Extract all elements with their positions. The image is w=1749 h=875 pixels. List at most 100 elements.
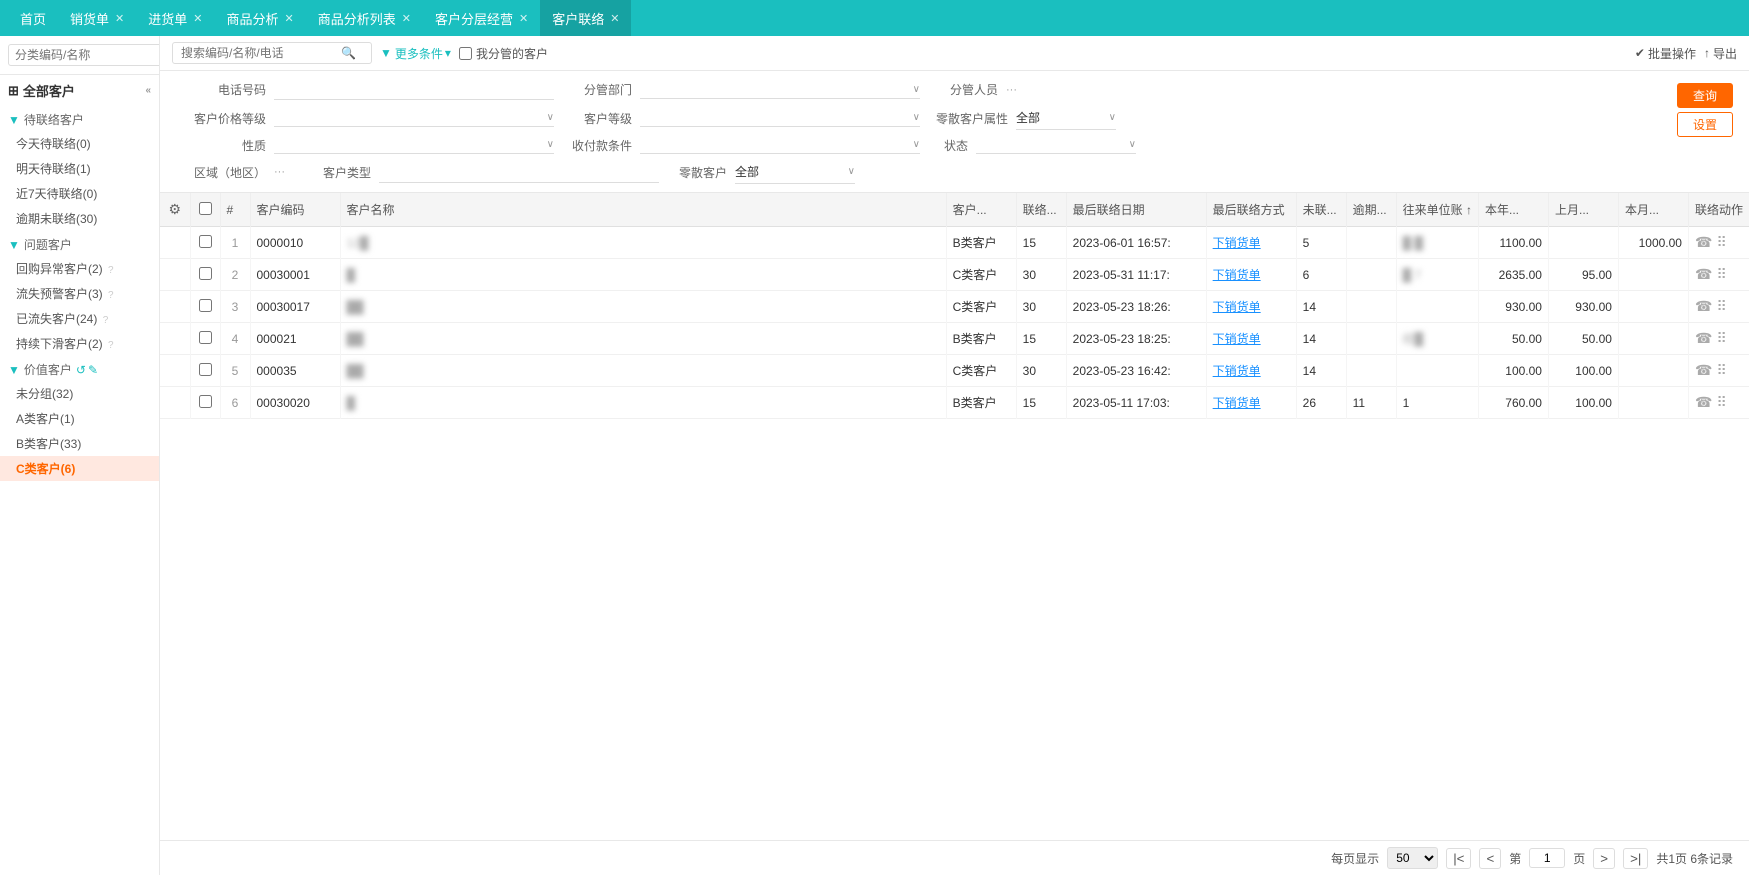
more-actions-icon[interactable]: ⠿ — [1716, 394, 1726, 411]
sidebar-item-declining[interactable]: 持续下滑客户(2) ? — [0, 331, 159, 356]
last-contact-way-cell: 下销货单 — [1206, 387, 1296, 419]
select-all-checkbox[interactable] — [199, 202, 212, 215]
sidebar-item-class-b[interactable]: B类客户(33) — [0, 431, 159, 456]
more-actions-icon[interactable]: ⠿ — [1716, 298, 1726, 315]
code-cell: 000021 — [250, 323, 340, 355]
sidebar-item-abnormal[interactable]: 回购异常客户(2) ? — [0, 256, 159, 281]
not-linked-cell: 6 — [1296, 259, 1346, 291]
sidebar-item-today[interactable]: 今天待联络(0) — [0, 131, 159, 156]
per-page-select[interactable]: 50 100 200 — [1387, 847, 1438, 869]
row-checkbox[interactable] — [199, 331, 212, 344]
close-icon[interactable]: ✕ — [115, 12, 124, 25]
phone-icon[interactable]: ☎ — [1695, 362, 1712, 379]
gear-icon[interactable]: ⚙ — [168, 201, 181, 217]
nav-item-purchase[interactable]: 进货单 ✕ — [136, 0, 214, 36]
row-checkbox[interactable] — [199, 395, 212, 408]
collapse-icon[interactable]: « — [145, 85, 151, 96]
search-input[interactable] — [181, 46, 341, 60]
nav-item-analysis-list[interactable]: 商品分析列表 ✕ — [306, 0, 423, 36]
close-icon[interactable]: ✕ — [193, 12, 202, 25]
phone-icon[interactable]: ☎ — [1695, 298, 1712, 315]
nav-item-home[interactable]: 首页 — [8, 0, 58, 36]
filter-customer-type-input[interactable] — [379, 162, 659, 183]
refresh-icon[interactable]: ↺ — [76, 363, 86, 377]
row-checkbox[interactable] — [199, 235, 212, 248]
close-icon[interactable]: ✕ — [610, 12, 619, 25]
filter-nature-select[interactable]: ∨ — [274, 136, 554, 154]
col-last-contact-way: 最后联络方式 — [1206, 193, 1296, 227]
sidebar-item-7days[interactable]: 近7天待联络(0) — [0, 181, 159, 206]
nav-item-stratified[interactable]: 客户分层经营 ✕ — [423, 0, 540, 36]
sidebar-item-lost[interactable]: 已流失客户(24) ? — [0, 306, 159, 331]
contact-way-link[interactable]: 下销货单 — [1213, 332, 1261, 346]
contact-way-link[interactable]: 下销货单 — [1213, 236, 1261, 250]
filter-customer-level-select[interactable]: ∨ — [640, 109, 920, 127]
my-customers-check[interactable] — [459, 47, 472, 60]
row-checkbox[interactable] — [199, 299, 212, 312]
phone-icon[interactable]: ☎ — [1695, 266, 1712, 283]
nav-item-contact[interactable]: 客户联络 ✕ — [540, 0, 631, 36]
more-actions-icon[interactable]: ⠿ — [1716, 330, 1726, 347]
sidebar-group-problem[interactable]: ▼ 问题客户 — [0, 231, 159, 256]
row-checkbox[interactable] — [199, 363, 212, 376]
settings-button[interactable]: 设置 — [1677, 112, 1733, 137]
more-conditions-btn[interactable]: ▼ 更多条件 ▾ — [380, 45, 451, 62]
toolbar-right: ✔ 批量操作 ↑ 导出 — [1635, 45, 1737, 62]
more-actions-icon[interactable]: ⠿ — [1716, 234, 1726, 251]
more-actions-icon[interactable]: ⠿ — [1716, 362, 1726, 379]
sidebar-item-warning[interactable]: 流失预警客户(3) ? — [0, 281, 159, 306]
contact-cell: 30 — [1016, 291, 1066, 323]
sidebar-item-ungrouped[interactable]: 未分组(32) — [0, 381, 159, 406]
sidebar-item-overdue[interactable]: 逾期未联络(30) — [0, 206, 159, 231]
filter-status-select[interactable]: ∨ — [976, 136, 1136, 154]
edit-icon[interactable]: ✎ — [88, 363, 98, 377]
content-area: 🔍 ▼ 更多条件 ▾ 我分管的客户 ✔ 批量操作 ↑ 导出 — [160, 36, 1749, 875]
sidebar-all-customers[interactable]: ⊞ 全部客户 « — [0, 75, 159, 106]
more-actions-icon[interactable]: ⠿ — [1716, 266, 1726, 283]
contact-way-link[interactable]: 下销货单 — [1213, 268, 1261, 282]
phone-icon[interactable]: ☎ — [1695, 330, 1712, 347]
filter-payment-select[interactable]: ∨ — [640, 136, 920, 154]
close-icon[interactable]: ✕ — [402, 12, 411, 25]
page-number-input[interactable] — [1529, 848, 1565, 868]
dots-btn[interactable]: ··· — [1006, 84, 1017, 96]
phone-icon[interactable]: ☎ — [1695, 234, 1712, 251]
region-dots-btn[interactable]: ··· — [274, 166, 285, 178]
gear-cell — [160, 291, 190, 323]
export-btn[interactable]: ↑ 导出 — [1704, 45, 1737, 62]
nav-item-sales[interactable]: 销货单 ✕ — [58, 0, 136, 36]
close-icon[interactable]: ✕ — [519, 12, 528, 25]
search-icon[interactable]: 🔍 — [341, 46, 356, 60]
contact-way-link[interactable]: 下销货单 — [1213, 364, 1261, 378]
contact-way-link[interactable]: 下销货单 — [1213, 396, 1261, 410]
page-next-btn[interactable]: > — [1593, 848, 1615, 869]
help-icon: ? — [103, 315, 109, 326]
my-customers-checkbox[interactable]: 我分管的客户 — [459, 45, 548, 62]
filter-retail-attr-select[interactable]: 全部 ∨ — [1016, 106, 1116, 130]
page-prev-btn[interactable]: < — [1479, 848, 1501, 869]
nav-label-analysis-list: 商品分析列表 — [318, 9, 396, 28]
sidebar: 🔍 ⊞ 全部客户 « ▼ 待联络客户 今天待联络(0) 明天待联络(1) 近7天… — [0, 36, 160, 875]
close-icon[interactable]: ✕ — [285, 12, 294, 25]
sidebar-group-value[interactable]: ▼ 价值客户 ↺ ✎ — [0, 356, 159, 381]
customer-name: ██ — [347, 300, 364, 314]
row-checkbox[interactable] — [199, 267, 212, 280]
filter-retail-customer-select[interactable]: 全部 ∨ — [735, 160, 855, 184]
phone-icon[interactable]: ☎ — [1695, 394, 1712, 411]
filter-phone-input[interactable] — [274, 79, 554, 100]
batch-operations-btn[interactable]: ✔ 批量操作 — [1635, 45, 1696, 62]
sidebar-item-class-a[interactable]: A类客户(1) — [0, 406, 159, 431]
sidebar-group-pending[interactable]: ▼ 待联络客户 — [0, 106, 159, 131]
page-first-btn[interactable]: |< — [1446, 848, 1471, 869]
filter-dept-select[interactable]: ∨ — [640, 81, 920, 99]
query-button[interactable]: 查询 — [1677, 83, 1733, 108]
sidebar-item-tomorrow[interactable]: 明天待联络(1) — [0, 156, 159, 181]
sidebar-group-problem-label: 问题客户 — [24, 236, 72, 253]
nav-item-analysis[interactable]: 商品分析 ✕ — [214, 0, 305, 36]
filter-price-level-select[interactable]: ∨ — [274, 109, 554, 127]
contact-way-link[interactable]: 下销货单 — [1213, 300, 1261, 314]
sidebar-search-input[interactable] — [8, 44, 160, 66]
type-cell: C类客户 — [946, 355, 1016, 387]
page-last-btn[interactable]: >| — [1623, 848, 1648, 869]
sidebar-item-class-c[interactable]: C类客户(6) — [0, 456, 159, 481]
